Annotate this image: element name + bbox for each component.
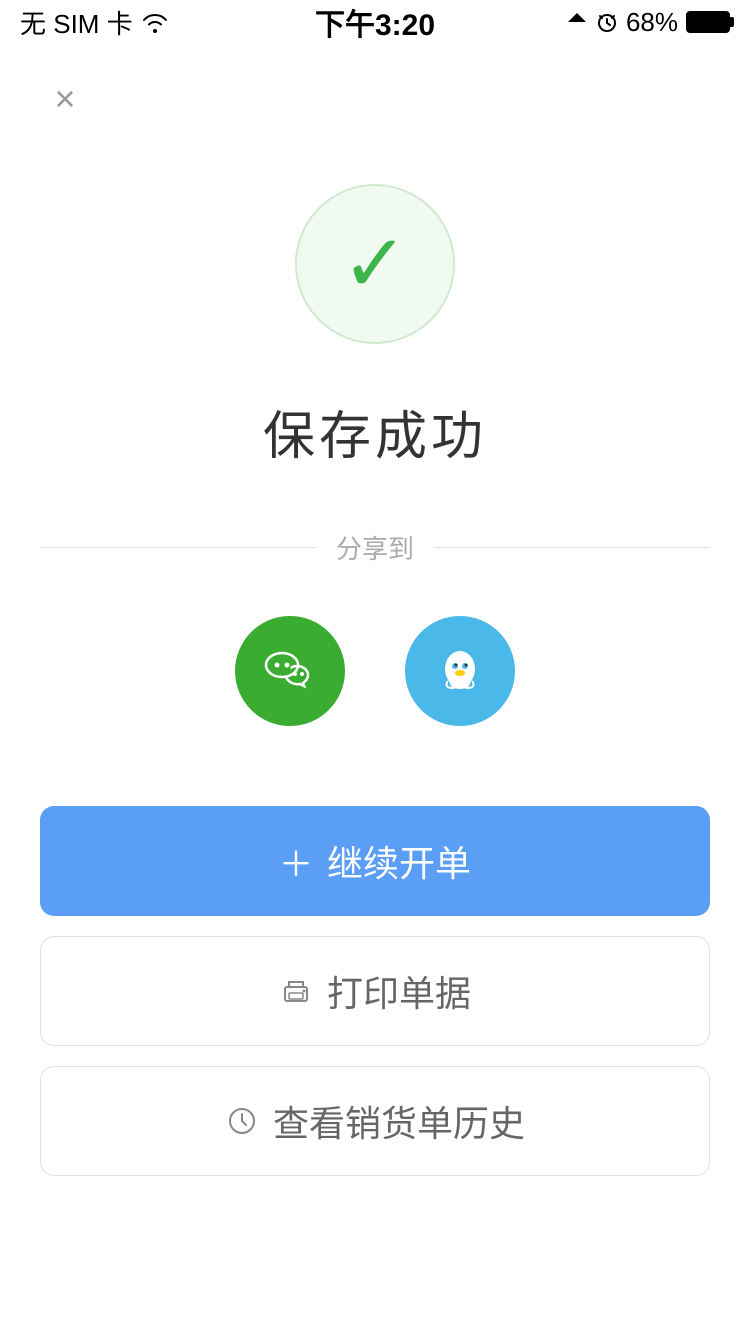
history-button[interactable]: 查看销货单历史 — [40, 1066, 710, 1176]
printer-icon — [279, 974, 313, 1008]
status-bar: 无 SIM 卡 下午3:20 68% — [0, 0, 750, 44]
checkmark-icon: ✓ — [341, 224, 408, 304]
status-bar-time: 下午3:20 — [315, 0, 435, 44]
success-circle: ✓ — [295, 184, 455, 344]
success-title: 保存成功 — [263, 394, 487, 469]
wifi-icon — [141, 11, 169, 33]
action-buttons: ＋ 继续开单 打印单据 查看销货单历史 — [40, 806, 710, 1176]
location-icon — [566, 11, 588, 33]
print-label: 打印单据 — [327, 965, 471, 1017]
battery-percent: 68% — [626, 7, 678, 38]
status-bar-right: 68% — [566, 7, 730, 38]
qq-icon — [430, 641, 490, 701]
alarm-icon — [596, 11, 618, 33]
battery-icon — [686, 11, 730, 33]
wechat-icon — [258, 639, 322, 703]
divider-line-left — [40, 547, 316, 548]
share-icons-row — [235, 616, 515, 726]
print-button[interactable]: 打印单据 — [40, 936, 710, 1046]
wechat-share-button[interactable] — [235, 616, 345, 726]
history-label: 查看销货单历史 — [273, 1095, 525, 1147]
divider-line-right — [434, 547, 710, 548]
status-bar-left: 无 SIM 卡 — [20, 4, 169, 41]
close-button[interactable]: × — [40, 74, 90, 124]
sim-label: 无 SIM 卡 — [20, 4, 133, 41]
history-icon — [225, 1104, 259, 1138]
qq-share-button[interactable] — [405, 616, 515, 726]
main-content: × ✓ 保存成功 分享到 — [0, 44, 750, 1206]
continue-label: 继续开单 — [327, 835, 471, 887]
continue-order-button[interactable]: ＋ 继续开单 — [40, 806, 710, 916]
close-icon: × — [54, 81, 75, 117]
share-divider: 分享到 — [40, 529, 710, 566]
plus-icon: ＋ — [279, 837, 313, 886]
share-label: 分享到 — [316, 529, 434, 566]
